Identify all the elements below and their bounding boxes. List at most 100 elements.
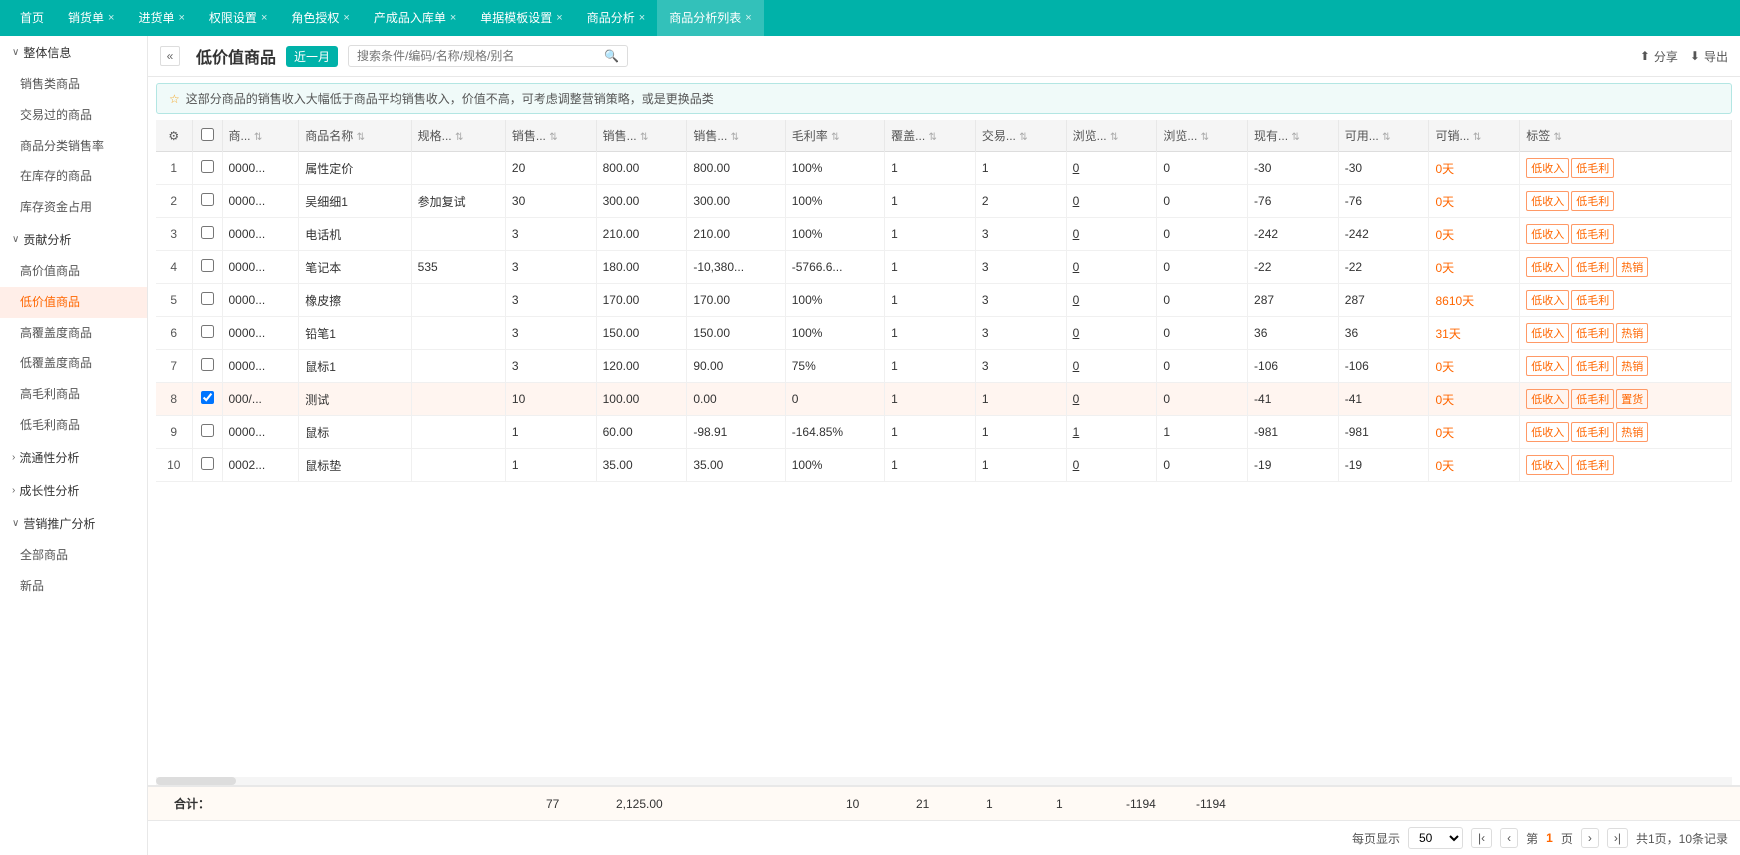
cell-view1[interactable]: 0 bbox=[1066, 449, 1157, 482]
col-saleable[interactable]: 可销... ⇅ bbox=[1429, 120, 1520, 152]
search-input[interactable] bbox=[357, 49, 598, 63]
col-view2[interactable]: 浏览... ⇅ bbox=[1157, 120, 1248, 152]
filter-tag-month[interactable]: 近一月 bbox=[286, 46, 338, 67]
cell-checkbox bbox=[192, 317, 222, 350]
col-spec[interactable]: 规格... ⇅ bbox=[411, 120, 505, 152]
cell-view1[interactable]: 0 bbox=[1066, 284, 1157, 317]
col-sales-amt[interactable]: 销售... ⇅ bbox=[596, 120, 687, 152]
cell-name[interactable]: 铅笔1 bbox=[299, 317, 411, 350]
col-settings[interactable]: ⚙ bbox=[156, 120, 192, 152]
next-page-btn[interactable]: › bbox=[1581, 828, 1599, 848]
nav-close-product-analysis[interactable]: × bbox=[639, 0, 645, 36]
sidebar-item-low-margin[interactable]: 低毛利商品 bbox=[0, 410, 147, 441]
row-checkbox[interactable] bbox=[201, 292, 214, 305]
nav-sales-order[interactable]: 销货单 × bbox=[56, 0, 126, 36]
row-checkbox[interactable] bbox=[201, 193, 214, 206]
export-button[interactable]: ⬇ 导出 bbox=[1690, 48, 1728, 65]
sidebar-item-high-margin[interactable]: 高毛利商品 bbox=[0, 379, 147, 410]
first-page-btn[interactable]: |‹ bbox=[1471, 828, 1492, 848]
row-checkbox[interactable] bbox=[201, 226, 214, 239]
nav-purchase-order[interactable]: 进货单 × bbox=[126, 0, 196, 36]
nav-home[interactable]: 首页 bbox=[8, 0, 56, 36]
sidebar-group-marketing[interactable]: ∨ 营销推广分析 bbox=[0, 507, 147, 540]
nav-close-sales-order[interactable]: × bbox=[108, 0, 114, 36]
nav-product-analysis-list[interactable]: 商品分析列表 × bbox=[657, 0, 763, 36]
cell-view1[interactable]: 0 bbox=[1066, 218, 1157, 251]
nav-permissions[interactable]: 权限设置 × bbox=[197, 0, 279, 36]
last-page-btn[interactable]: ›| bbox=[1607, 828, 1628, 848]
cell-name[interactable]: 鼠标 bbox=[299, 416, 411, 449]
sidebar-group-growth[interactable]: › 成长性分析 bbox=[0, 474, 147, 507]
cell-view1[interactable]: 0 bbox=[1066, 152, 1157, 185]
col-coverage[interactable]: 覆盖... ⇅ bbox=[885, 120, 976, 152]
table-row: 7 0000... 鼠标1 3 120.00 90.00 75% 1 3 0 0… bbox=[156, 350, 1732, 383]
cell-name[interactable]: 橡皮擦 bbox=[299, 284, 411, 317]
row-checkbox[interactable] bbox=[201, 160, 214, 173]
cell-name[interactable]: 鼠标垫 bbox=[299, 449, 411, 482]
page-size-select[interactable]: 50 100 200 bbox=[1408, 827, 1463, 849]
col-code[interactable]: 商... ⇅ bbox=[222, 120, 299, 152]
cell-num: 9 bbox=[156, 416, 192, 449]
col-tags[interactable]: 标签 ⇅ bbox=[1520, 120, 1732, 152]
search-icon[interactable]: 🔍 bbox=[604, 49, 619, 63]
sidebar-group-overall[interactable]: ∨ 整体信息 bbox=[0, 36, 147, 69]
nav-close-role-auth[interactable]: × bbox=[343, 0, 349, 36]
scrollbar-thumb[interactable] bbox=[156, 777, 236, 785]
cell-name[interactable]: 电话机 bbox=[299, 218, 411, 251]
sidebar-item-high-coverage[interactable]: 高覆盖度商品 bbox=[0, 318, 147, 349]
sidebar-item-stock-capital[interactable]: 库存资金占用 bbox=[0, 192, 147, 223]
cell-view1[interactable]: 1 bbox=[1066, 416, 1157, 449]
col-view1[interactable]: 浏览... ⇅ bbox=[1066, 120, 1157, 152]
sidebar-item-low-value[interactable]: 低价值商品 bbox=[0, 287, 147, 318]
prev-page-btn[interactable]: ‹ bbox=[1500, 828, 1518, 848]
row-checkbox[interactable] bbox=[201, 325, 214, 338]
sidebar-item-category-sales-rate[interactable]: 商品分类销售率 bbox=[0, 131, 147, 162]
nav-template-settings[interactable]: 单据模板设置 × bbox=[468, 0, 574, 36]
cell-name[interactable]: 属性定价 bbox=[299, 152, 411, 185]
share-button[interactable]: ⬆ 分享 bbox=[1640, 48, 1678, 65]
sidebar-item-sales-products[interactable]: 销售类商品 bbox=[0, 69, 147, 100]
nav-product-analysis[interactable]: 商品分析 × bbox=[575, 0, 657, 36]
col-trade[interactable]: 交易... ⇅ bbox=[975, 120, 1066, 152]
sidebar-item-new-products[interactable]: 新品 bbox=[0, 571, 147, 602]
select-all-checkbox[interactable] bbox=[201, 128, 214, 141]
col-sales-cost[interactable]: 销售... ⇅ bbox=[687, 120, 785, 152]
cell-view1[interactable]: 0 bbox=[1066, 251, 1157, 284]
cell-view1[interactable]: 0 bbox=[1066, 383, 1157, 416]
row-checkbox[interactable] bbox=[201, 259, 214, 272]
nav-close-purchase-order[interactable]: × bbox=[178, 0, 184, 36]
cell-view1[interactable]: 0 bbox=[1066, 350, 1157, 383]
nav-role-auth[interactable]: 角色授权 × bbox=[279, 0, 361, 36]
col-gross-margin[interactable]: 毛利率 ⇅ bbox=[785, 120, 884, 152]
cell-name[interactable]: 吴细细1 bbox=[299, 185, 411, 218]
row-checkbox[interactable] bbox=[201, 424, 214, 437]
nav-close-permissions[interactable]: × bbox=[261, 0, 267, 36]
col-current-stock[interactable]: 现有... ⇅ bbox=[1248, 120, 1339, 152]
share-icon: ⬆ bbox=[1640, 49, 1650, 63]
row-checkbox[interactable] bbox=[201, 358, 214, 371]
cell-name[interactable]: 鼠标1 bbox=[299, 350, 411, 383]
sidebar-item-low-coverage[interactable]: 低覆盖度商品 bbox=[0, 348, 147, 379]
sidebar-item-traded-products[interactable]: 交易过的商品 bbox=[0, 100, 147, 131]
sidebar-item-all-products[interactable]: 全部商品 bbox=[0, 540, 147, 571]
nav-close-product-analysis-list[interactable]: × bbox=[745, 0, 751, 36]
cell-name[interactable]: 测试 bbox=[299, 383, 411, 416]
row-checkbox[interactable] bbox=[201, 457, 214, 470]
sidebar-group-liquidity[interactable]: › 流通性分析 bbox=[0, 441, 147, 474]
sidebar-group-contribution[interactable]: ∨ 贡献分析 bbox=[0, 223, 147, 256]
cell-name[interactable]: 笔记本 bbox=[299, 251, 411, 284]
nav-product-in[interactable]: 产成品入库单 × bbox=[362, 0, 468, 36]
nav-close-template-settings[interactable]: × bbox=[556, 0, 562, 36]
sidebar-item-in-stock-products[interactable]: 在库存的商品 bbox=[0, 161, 147, 192]
nav-close-product-in[interactable]: × bbox=[450, 0, 456, 36]
col-available[interactable]: 可用... ⇅ bbox=[1338, 120, 1429, 152]
cell-sales-qty: 3 bbox=[505, 218, 596, 251]
cell-view1[interactable]: 0 bbox=[1066, 185, 1157, 218]
cell-view1[interactable]: 0 bbox=[1066, 317, 1157, 350]
sidebar-item-high-value[interactable]: 高价值商品 bbox=[0, 256, 147, 287]
collapse-sidebar-btn[interactable]: « bbox=[160, 46, 180, 66]
col-sales-qty[interactable]: 销售... ⇅ bbox=[505, 120, 596, 152]
row-checkbox[interactable] bbox=[201, 391, 214, 404]
horizontal-scrollbar[interactable] bbox=[156, 777, 1732, 785]
col-name[interactable]: 商品名称 ⇅ bbox=[299, 120, 411, 152]
